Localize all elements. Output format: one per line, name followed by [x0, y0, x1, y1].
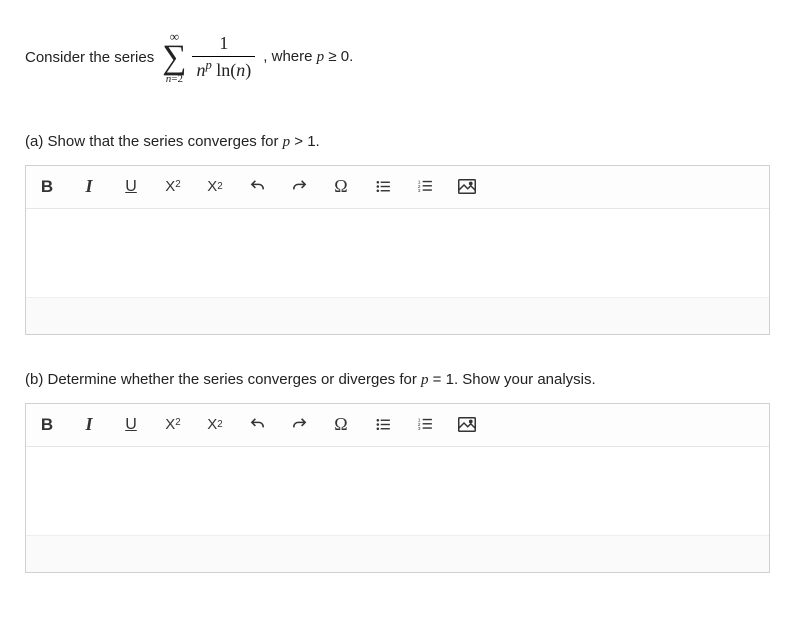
image-button[interactable] [446, 404, 488, 446]
redo-icon [291, 178, 308, 195]
part-a-label: (a) Show that the series converges for p… [25, 133, 770, 151]
bold-button[interactable]: B [26, 404, 68, 446]
special-char-button[interactable]: Ω [320, 404, 362, 446]
numerator: 1 [215, 34, 232, 56]
ordered-list-button[interactable]: 123 [404, 166, 446, 208]
subscript-button[interactable]: X2 [194, 404, 236, 446]
image-button[interactable] [446, 166, 488, 208]
unordered-list-button[interactable] [362, 404, 404, 446]
toolbar-a: B I U X2 X2 Ω 123 [26, 166, 769, 209]
redo-button[interactable] [278, 404, 320, 446]
undo-button[interactable] [236, 166, 278, 208]
subscript-button[interactable]: X2 [194, 166, 236, 208]
special-char-button[interactable]: Ω [320, 166, 362, 208]
image-icon [458, 417, 476, 432]
editor-a-body[interactable] [26, 209, 769, 297]
superscript-button[interactable]: X2 [152, 404, 194, 446]
undo-button[interactable] [236, 404, 278, 446]
bold-button[interactable]: B [26, 166, 68, 208]
underline-button[interactable]: U [110, 166, 152, 208]
image-icon [458, 179, 476, 194]
toolbar-b: B I U X2 X2 Ω 123 [26, 404, 769, 447]
ol-icon: 123 [417, 416, 434, 433]
superscript-button[interactable]: X2 [152, 166, 194, 208]
redo-icon [291, 416, 308, 433]
editor-b-footer [26, 535, 769, 572]
editor-a: B I U X2 X2 Ω 123 [25, 165, 770, 335]
underline-button[interactable]: U [110, 404, 152, 446]
undo-icon [249, 178, 266, 195]
denominator: np ln(n) [192, 56, 255, 81]
svg-text:3: 3 [417, 188, 420, 194]
part-b-label: (b) Determine whether the series converg… [25, 371, 770, 389]
editor-b-body[interactable] [26, 447, 769, 535]
editor-a-footer [26, 297, 769, 334]
unordered-list-button[interactable] [362, 166, 404, 208]
intro-lead: Consider the series [25, 49, 154, 66]
ul-icon [375, 178, 392, 195]
intro-trail: , where p ≥ 0. [263, 48, 353, 66]
series-formula: ∞ ∑ n=2 1 np ln(n) [162, 30, 255, 85]
undo-icon [249, 416, 266, 433]
sigma-lower: n=2 [166, 74, 183, 85]
problem-statement: Consider the series ∞ ∑ n=2 1 np ln(n) ,… [25, 30, 770, 85]
ol-icon: 123 [417, 178, 434, 195]
svg-text:3: 3 [417, 426, 420, 432]
sigma: ∞ ∑ n=2 [162, 30, 186, 85]
ordered-list-button[interactable]: 123 [404, 404, 446, 446]
fraction: 1 np ln(n) [192, 34, 255, 81]
redo-button[interactable] [278, 166, 320, 208]
sigma-symbol: ∑ [162, 43, 186, 74]
ul-icon [375, 416, 392, 433]
italic-button[interactable]: I [68, 166, 110, 208]
editor-b: B I U X2 X2 Ω 123 [25, 403, 770, 573]
italic-button[interactable]: I [68, 404, 110, 446]
